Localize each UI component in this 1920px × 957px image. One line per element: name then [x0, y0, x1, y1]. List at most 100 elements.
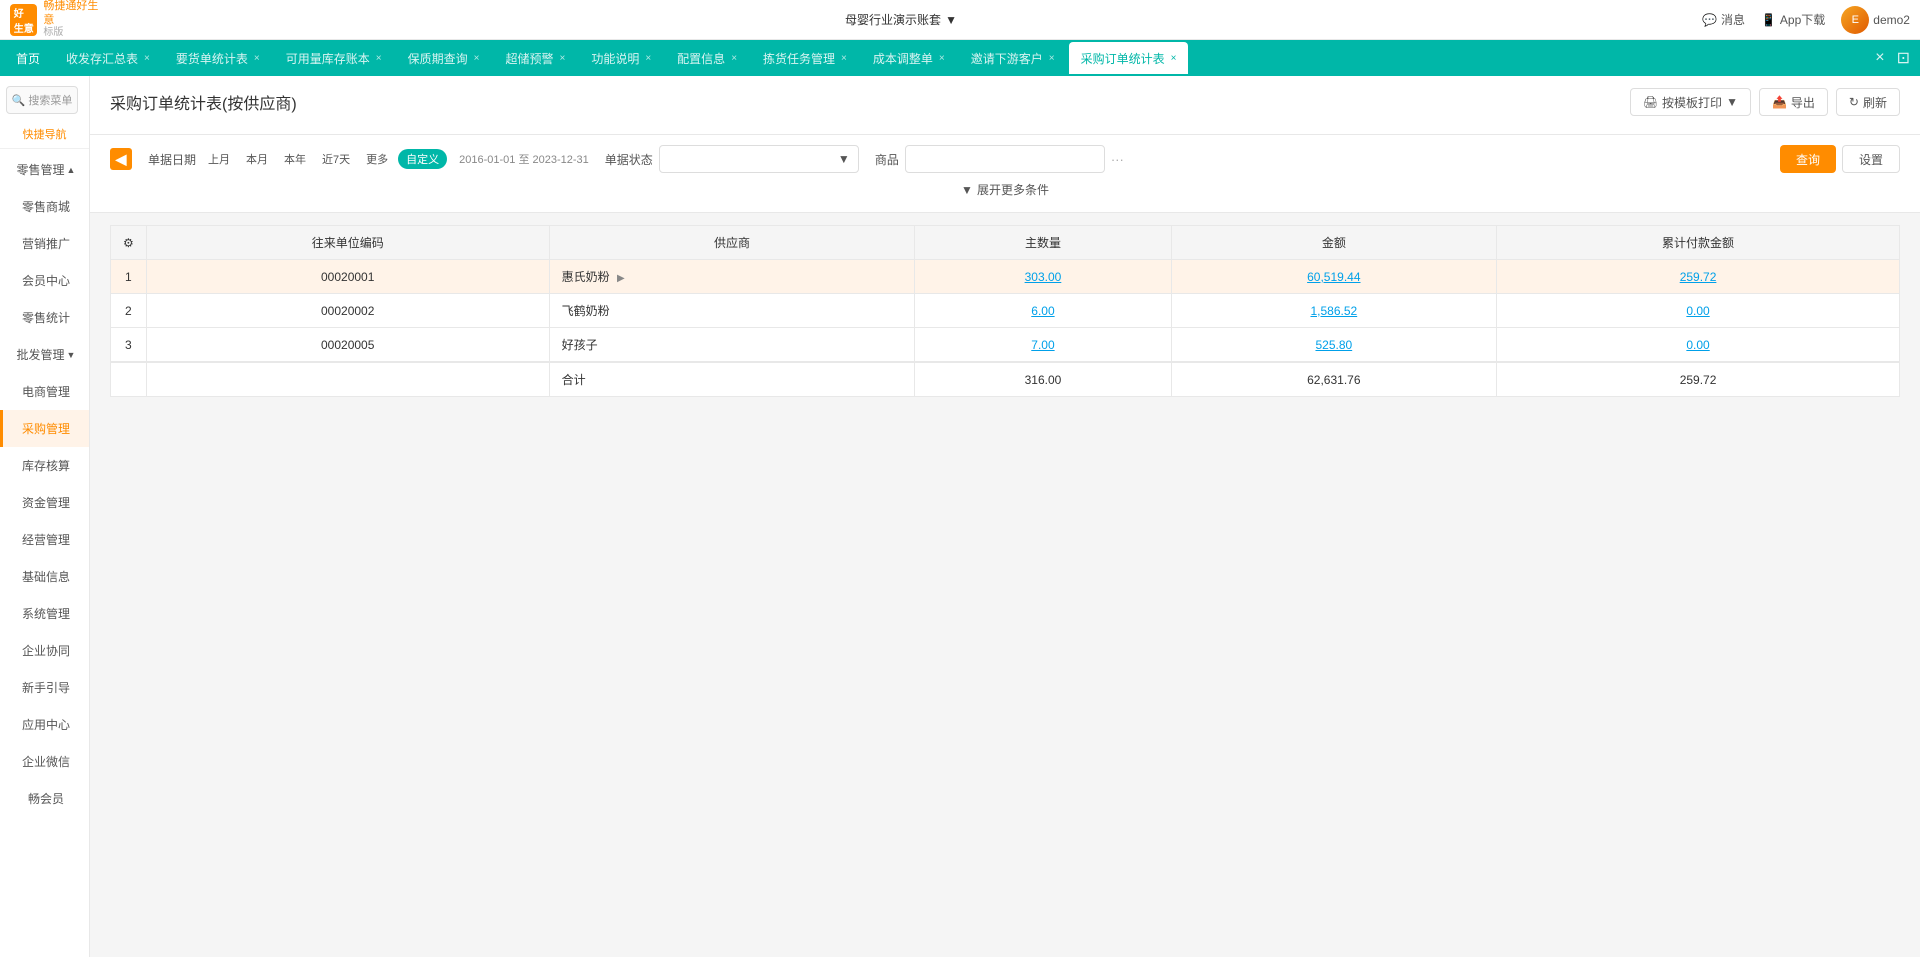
- message-icon: 💬: [1702, 13, 1717, 27]
- close-icon[interactable]: ×: [376, 53, 382, 64]
- close-icon[interactable]: ×: [559, 53, 565, 64]
- sidebar-item-finance[interactable]: 资金管理: [0, 484, 89, 521]
- shortcut-7days[interactable]: 近7天: [316, 149, 356, 169]
- sidebar-item-ecommerce[interactable]: 电商管理: [0, 373, 89, 410]
- custom-date-badge[interactable]: 自定义: [398, 149, 447, 169]
- tab-caigou-active[interactable]: 采购订单统计表 ×: [1069, 42, 1189, 74]
- tab-chaochuyujing[interactable]: 超储预警 ×: [493, 42, 577, 74]
- col-settings[interactable]: ⚙: [111, 226, 147, 260]
- shortcut-last-month[interactable]: 上月: [202, 149, 236, 169]
- settings-icon: ⚙: [123, 236, 134, 250]
- close-icon[interactable]: ×: [939, 53, 945, 64]
- date-range-display: 2016-01-01 至 2023-12-31: [459, 151, 589, 167]
- shortcut-this-year[interactable]: 本年: [278, 149, 312, 169]
- tab-peizhi[interactable]: 配置信息 ×: [665, 42, 749, 74]
- row-index: 2: [111, 294, 147, 328]
- sidebar-item-operations[interactable]: 经营管理: [0, 521, 89, 558]
- row-qty[interactable]: 303.00: [915, 260, 1171, 294]
- tab-gongneng[interactable]: 功能说明 ×: [579, 42, 663, 74]
- sidebar-item-enterprise-wechat[interactable]: 企业微信: [0, 743, 89, 780]
- sidebar-item-app-center[interactable]: 应用中心: [0, 706, 89, 743]
- footer-qty: 316.00: [915, 362, 1171, 397]
- row-paid[interactable]: 259.72: [1497, 260, 1900, 294]
- quick-nav-btn[interactable]: 快捷导航: [0, 120, 89, 149]
- user-profile[interactable]: E demo2: [1841, 6, 1910, 34]
- tab-chengben[interactable]: 成本调整单 ×: [861, 42, 957, 74]
- row-code: 00020005: [146, 328, 549, 363]
- logo-area: 好生意 畅捷通好生意 标版: [10, 0, 100, 38]
- expand-more-btn[interactable]: ▼ 展开更多条件: [110, 177, 1900, 202]
- close-icon[interactable]: ×: [731, 53, 737, 64]
- col-amount: 金额: [1171, 226, 1497, 260]
- sidebar-item-newbie[interactable]: 新手引导: [0, 669, 89, 706]
- data-table: ⚙ 往来单位编码 供应商 主数量 金额 累计付款金额 1 00020001: [110, 225, 1900, 397]
- message-btn[interactable]: 💬 消息: [1702, 11, 1745, 28]
- sidebar-item-wholesale[interactable]: 批发管理 ▼: [0, 336, 89, 373]
- table-row: 3 00020005 好孩子 7.00 525.80 0.00: [111, 328, 1900, 363]
- app-icon: 📱: [1761, 13, 1776, 27]
- tab-kuyong[interactable]: 可用量库存账本 ×: [274, 42, 394, 74]
- row-qty[interactable]: 7.00: [915, 328, 1171, 363]
- row-qty[interactable]: 6.00: [915, 294, 1171, 328]
- row-supplier[interactable]: 惠氏奶粉 ▶: [549, 260, 915, 294]
- tab-baozhi[interactable]: 保质期查询 ×: [396, 42, 492, 74]
- sidebar-item-retail-stats[interactable]: 零售统计: [0, 299, 89, 336]
- nav-right-controls: × ⊡: [1871, 46, 1920, 70]
- chevron-down-icon: ▼: [945, 13, 957, 27]
- sidebar-item-basic-info[interactable]: 基础信息: [0, 558, 89, 595]
- sidebar-item-retail-mall[interactable]: 零售商城: [0, 188, 89, 225]
- row-index: 3: [111, 328, 147, 363]
- footer-paid: 259.72: [1497, 362, 1900, 397]
- query-button[interactable]: 查询: [1780, 145, 1836, 173]
- footer-label: 合计: [549, 362, 915, 397]
- close-icon[interactable]: ×: [1171, 53, 1177, 64]
- tab-yaoqing[interactable]: 邀请下游客户 ×: [959, 42, 1067, 74]
- sidebar-item-marketing[interactable]: 营销推广: [0, 225, 89, 262]
- tab-jianhuo[interactable]: 拣货任务管理 ×: [751, 42, 859, 74]
- sidebar-item-system[interactable]: 系统管理: [0, 595, 89, 632]
- row-paid[interactable]: 0.00: [1497, 294, 1900, 328]
- filter-goods-group: 商品 ···: [875, 145, 1124, 173]
- sidebar-item-retail-mgmt[interactable]: 零售管理 ▲: [0, 151, 89, 188]
- row-code: 00020002: [146, 294, 549, 328]
- filter-status-group: 单据状态 ▼: [605, 145, 859, 173]
- filter-settings-button[interactable]: 设置: [1842, 145, 1900, 173]
- close-icon[interactable]: ×: [1049, 53, 1055, 64]
- nav-close-btn[interactable]: ×: [1871, 47, 1888, 69]
- row-amount[interactable]: 1,586.52: [1171, 294, 1497, 328]
- search-menu-btn[interactable]: 🔍 搜索菜单: [6, 86, 78, 114]
- row-amount[interactable]: 525.80: [1171, 328, 1497, 363]
- sidebar-item-member2[interactable]: 畅会员: [0, 780, 89, 817]
- close-icon[interactable]: ×: [144, 53, 150, 64]
- workspace-selector[interactable]: 母婴行业演示账套 ▼: [845, 11, 957, 28]
- row-supplier[interactable]: 好孩子: [549, 328, 915, 363]
- app-download-btn[interactable]: 📱 App下载: [1761, 11, 1825, 28]
- sidebar-item-purchase[interactable]: 采购管理: [0, 410, 89, 447]
- print-button[interactable]: 🖨 按模板打印 ▼: [1630, 88, 1751, 116]
- close-icon[interactable]: ×: [254, 53, 260, 64]
- tab-yaohuo[interactable]: 要货单统计表 ×: [164, 42, 272, 74]
- row-amount[interactable]: 60,519.44: [1171, 260, 1497, 294]
- close-icon[interactable]: ×: [645, 53, 651, 64]
- sidebar-item-member[interactable]: 会员中心: [0, 262, 89, 299]
- tab-shoufacun[interactable]: 收发存汇总表 ×: [54, 42, 162, 74]
- close-icon[interactable]: ×: [474, 53, 480, 64]
- expand-icon: ▲: [67, 165, 76, 175]
- sidebar-item-enterprise-collab[interactable]: 企业协同: [0, 632, 89, 669]
- shortcut-more[interactable]: 更多: [360, 149, 394, 169]
- sidebar-item-inventory[interactable]: 库存核算: [0, 447, 89, 484]
- shortcut-this-month[interactable]: 本月: [240, 149, 274, 169]
- filter-toggle-btn[interactable]: ◀: [110, 148, 132, 170]
- nav-maximize-btn[interactable]: ⊡: [1893, 46, 1914, 70]
- export-button[interactable]: 📤 导出: [1759, 88, 1828, 116]
- page-title: 采购订单统计表(按供应商): [110, 90, 297, 114]
- tab-home[interactable]: 首页: [4, 42, 52, 74]
- row-paid[interactable]: 0.00: [1497, 328, 1900, 363]
- goods-input[interactable]: [905, 145, 1105, 173]
- row-supplier[interactable]: 飞鹤奶粉: [549, 294, 915, 328]
- refresh-button[interactable]: ↻ 刷新: [1836, 88, 1900, 116]
- col-code: 往来单位编码: [146, 226, 549, 260]
- filter-row: ◀ 单据日期 上月 本月 本年 近7天 更多 自定义 2016-01-01 至 …: [110, 145, 1900, 173]
- close-icon[interactable]: ×: [841, 53, 847, 64]
- status-select[interactable]: ▼: [659, 145, 859, 173]
